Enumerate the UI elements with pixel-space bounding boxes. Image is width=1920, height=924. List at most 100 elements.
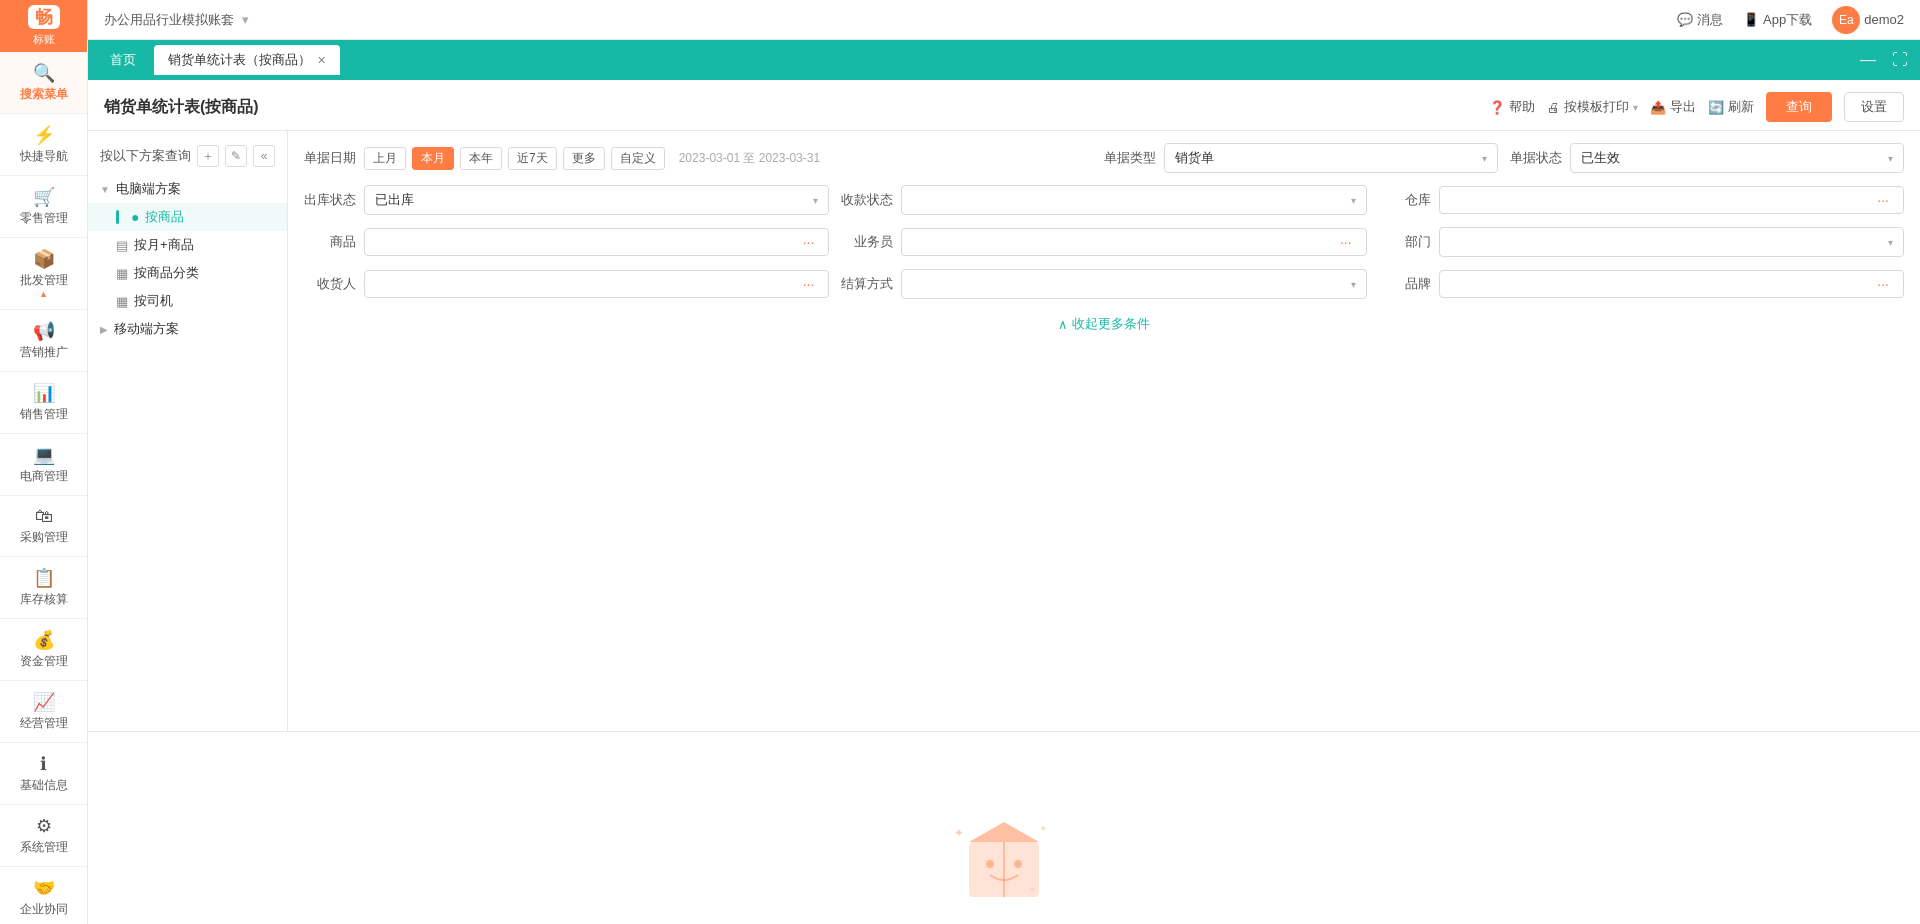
messages-btn[interactable]: 💬 消息	[1677, 11, 1723, 29]
date-btn-custom[interactable]: 自定义	[611, 147, 665, 170]
tree-pc[interactable]: ▼ 电脑端方案	[88, 175, 287, 203]
sidebar-item-wholesale[interactable]: 📦 批发管理 ▲	[0, 238, 87, 310]
tab-close-icon[interactable]: ✕	[317, 54, 326, 67]
sidebar-item-inventory[interactable]: 📋 库存核算	[0, 557, 87, 619]
by-printer-icon: ▦	[116, 294, 128, 309]
sidebar-item-label: 企业协同	[20, 901, 68, 918]
receiver-input[interactable]	[375, 277, 799, 292]
help-icon: ❓	[1489, 100, 1505, 115]
sidebar-item-sales[interactable]: 📊 销售管理	[0, 372, 87, 434]
tree-pc-expand: ▼	[100, 184, 110, 195]
add-scheme-btn[interactable]: ＋	[197, 145, 219, 167]
sidebar-item-purchase[interactable]: 🛍 采购管理	[0, 496, 87, 557]
tree-by-category[interactable]: ▦ 按商品分类	[88, 259, 287, 287]
sidebar-item-enterprise[interactable]: 🤝 企业协同	[0, 867, 87, 924]
refresh-btn[interactable]: 🔄 刷新	[1708, 98, 1754, 116]
edit-scheme-btn[interactable]: ✎	[225, 145, 247, 167]
sidebar-item-operation[interactable]: 📈 经营管理	[0, 681, 87, 743]
tab-maximize-btn[interactable]: ⛶	[1888, 48, 1912, 72]
brand-label: 品牌	[1379, 275, 1431, 293]
help-btn[interactable]: ❓ 帮助	[1489, 98, 1535, 116]
settings-btn[interactable]: 设置	[1844, 92, 1904, 122]
app-download-btn[interactable]: 📱 App下载	[1743, 11, 1812, 29]
warehouse-input[interactable]	[1450, 193, 1874, 208]
retail-icon: 🛒	[33, 186, 55, 208]
collapse-row[interactable]: ∧ 收起更多条件	[304, 311, 1904, 341]
brand-dots-btn[interactable]: ···	[1873, 276, 1893, 292]
sidebar-item-search[interactable]: 🔍 搜索菜单	[0, 52, 87, 114]
date-range-text: 2023-03-01 至 2023-03-31	[679, 150, 820, 167]
product-input[interactable]	[375, 235, 799, 250]
tab-minimize-btn[interactable]: —	[1856, 48, 1880, 72]
collapse-icon: ∧	[1058, 317, 1068, 332]
svg-point-2	[986, 860, 994, 868]
department-select[interactable]: ▾	[1439, 227, 1904, 257]
query-btn[interactable]: 查询	[1766, 92, 1832, 122]
tab-sales-report[interactable]: 销货单统计表（按商品） ✕	[154, 45, 340, 75]
date-btn-this-year[interactable]: 本年	[460, 147, 502, 170]
receiver-dots-btn[interactable]: ···	[799, 276, 819, 292]
refresh-label: 刷新	[1728, 98, 1754, 116]
export-btn[interactable]: 📤 导出	[1650, 98, 1696, 116]
brand-input[interactable]	[1450, 277, 1874, 292]
operation-icon: 📈	[33, 691, 55, 713]
field-doc-status: 单据状态 已生效 ▾	[1510, 143, 1904, 173]
sidebar-item-label: 库存核算	[20, 591, 68, 608]
collapse-panel-btn[interactable]: «	[253, 145, 275, 167]
print-btn[interactable]: 🖨 按模板打印 ▾	[1547, 98, 1638, 116]
page-content: 销货单统计表(按商品) ❓ 帮助 🖨 按模板打印 ▾ 📤 导出	[88, 80, 1920, 924]
tab-home[interactable]: 首页	[96, 45, 150, 75]
tree-by-product[interactable]: ● 按商品	[88, 203, 287, 231]
phone-icon: 📱	[1743, 12, 1759, 27]
tree-by-month-product[interactable]: ▤ 按月+商品	[88, 231, 287, 259]
filter-row-2: 出库状态 已出库 ▾ 收款状态 ▾	[304, 185, 1904, 215]
salesperson-input[interactable]	[912, 235, 1336, 250]
sidebar-item-quick-nav[interactable]: ⚡ 快捷导航	[0, 114, 87, 176]
field-salesperson: 业务员 ···	[841, 228, 1366, 256]
settlement-select[interactable]: ▾	[901, 269, 1366, 299]
by-product-icon: ●	[131, 209, 139, 225]
settlement-label: 结算方式	[841, 275, 893, 293]
header-left: 办公用品行业模拟账套 ▾	[104, 11, 249, 29]
main-area: 办公用品行业模拟账套 ▾ 💬 消息 📱 App下载 Ea demo2 首页	[88, 0, 1920, 924]
payment-status-select[interactable]: ▾	[901, 185, 1366, 215]
field-doc-type: 单据类型 销货单 ▾	[1104, 143, 1498, 173]
date-btn-more[interactable]: 更多	[563, 147, 605, 170]
sidebar-item-basic[interactable]: ℹ 基础信息	[0, 743, 87, 805]
doc-status-value: 已生效	[1581, 149, 1620, 167]
date-btn-7days[interactable]: 近7天	[508, 147, 557, 170]
industry-dropdown-icon[interactable]: ▾	[242, 12, 249, 27]
tree-mobile[interactable]: ▶ 移动端方案	[88, 315, 287, 343]
sidebar-item-marketing[interactable]: 📢 营销推广	[0, 310, 87, 372]
field-department: 部门 ▾	[1379, 227, 1904, 257]
tree-by-printer[interactable]: ▦ 按司机	[88, 287, 287, 315]
user-profile[interactable]: Ea demo2	[1832, 6, 1904, 34]
sidebar-item-label: 批发管理	[20, 272, 68, 289]
sidebar-item-label: 系统管理	[20, 839, 68, 856]
enterprise-icon: 🤝	[33, 877, 55, 899]
doc-status-label: 单据状态	[1510, 149, 1562, 167]
sidebar-item-finance[interactable]: 💰 资金管理	[0, 619, 87, 681]
page-header: 销货单统计表(按商品) ❓ 帮助 🖨 按模板打印 ▾ 📤 导出	[88, 80, 1920, 130]
doc-status-select[interactable]: 已生效 ▾	[1570, 143, 1904, 173]
tab-bar: 首页 销货单统计表（按商品） ✕ — ⛶	[88, 40, 1920, 80]
sales-report-tab-label: 销货单统计表（按商品）	[168, 51, 311, 69]
date-quick-btns: 上月 本月 本年 近7天 更多 自定义	[364, 147, 665, 170]
sidebar-item-retail[interactable]: 🛒 零售管理	[0, 176, 87, 238]
product-dots-btn[interactable]: ···	[799, 234, 819, 250]
sidebar-item-system[interactable]: ⚙ 系统管理	[0, 805, 87, 867]
app-download-label: App下载	[1763, 11, 1812, 29]
date-btn-this-month[interactable]: 本月	[412, 147, 454, 170]
doc-type-value: 销货单	[1175, 149, 1214, 167]
warehouse-dots-btn[interactable]: ···	[1873, 192, 1893, 208]
sidebar-item-label: 快捷导航	[20, 148, 68, 165]
out-status-select[interactable]: 已出库 ▾	[364, 185, 829, 215]
date-btn-last-month[interactable]: 上月	[364, 147, 406, 170]
field-product: 商品 ···	[304, 228, 829, 256]
salesperson-dots-btn[interactable]: ···	[1336, 234, 1356, 250]
sidebar-item-ecommerce[interactable]: 💻 电商管理	[0, 434, 87, 496]
inventory-icon: 📋	[33, 567, 55, 589]
export-icon: 📤	[1650, 100, 1666, 115]
doc-type-select[interactable]: 销货单 ▾	[1164, 143, 1498, 173]
filter-row-4: 收货人 ··· 结算方式 ▾	[304, 269, 1904, 299]
